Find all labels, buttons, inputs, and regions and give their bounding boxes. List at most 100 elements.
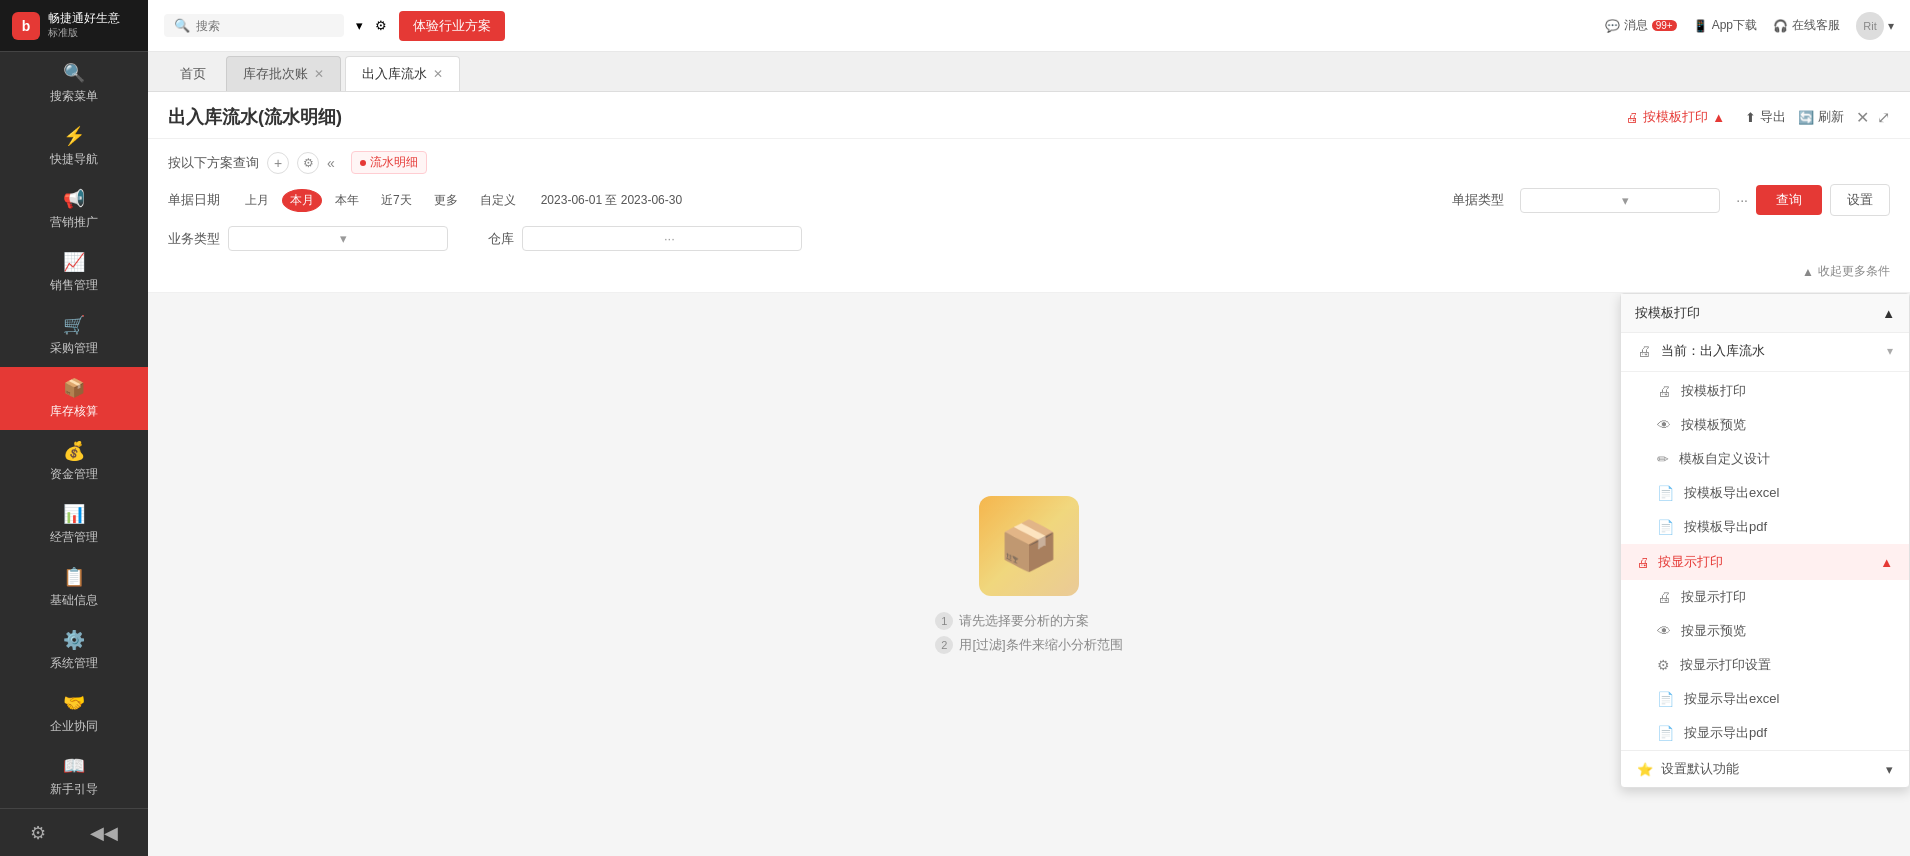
tab-home[interactable]: 首页 bbox=[164, 57, 222, 91]
message-icon: 💬 bbox=[1605, 19, 1620, 33]
search-by-label: 按以下方案查询 bbox=[168, 154, 259, 172]
sidebar-item-shortcut[interactable]: ⚡ 快捷导航 bbox=[0, 115, 148, 178]
add-scheme-button[interactable]: + bbox=[267, 152, 289, 174]
dropdown-display-pdf[interactable]: 📄 按显示导出pdf bbox=[1621, 716, 1909, 750]
dropdown-current-item[interactable]: 🖨 当前：出入库流水 ▾ bbox=[1621, 333, 1909, 369]
doc-type-select[interactable]: ▾ bbox=[1520, 188, 1720, 213]
online-service-item[interactable]: 🎧 在线客服 bbox=[1773, 17, 1840, 34]
biz-type-select[interactable]: ▾ bbox=[228, 226, 448, 251]
biz-type-dropdown-icon: ▾ bbox=[340, 231, 439, 246]
date-btn-this-year[interactable]: 本年 bbox=[326, 189, 368, 212]
sidebar-settings-icon[interactable]: ⚙ bbox=[30, 822, 46, 844]
date-btn-more[interactable]: 更多 bbox=[425, 189, 467, 212]
divider-1 bbox=[1621, 371, 1909, 372]
service-icon: 🎧 bbox=[1773, 19, 1788, 33]
topbar-search-wrap[interactable]: 🔍 bbox=[164, 14, 344, 37]
collapse-button[interactable]: ▲ 收起更多条件 bbox=[1802, 263, 1890, 280]
dropdown-template-print[interactable]: 🖨 按模板打印 bbox=[1621, 374, 1909, 408]
dropdown-template-pdf[interactable]: 📄 按模板导出pdf bbox=[1621, 510, 1909, 544]
tab-batch-close[interactable]: ✕ bbox=[314, 67, 324, 81]
sidebar-item-marketing[interactable]: 📢 营销推广 bbox=[0, 178, 148, 241]
dropdown-display-preview[interactable]: 👁 按显示预览 bbox=[1621, 614, 1909, 648]
dropdown-header: 按模板打印 ▲ bbox=[1621, 294, 1909, 333]
display-section-label: 按显示打印 bbox=[1658, 553, 1723, 571]
scheme-settings-button[interactable]: ⚙ bbox=[297, 152, 319, 174]
user-dropdown-icon: ▾ bbox=[1888, 19, 1894, 33]
current-item-icon: 🖨 bbox=[1637, 343, 1651, 359]
filter-row-3: 业务类型 ▾ 仓库 ··· bbox=[168, 226, 1890, 251]
date-btn-custom[interactable]: 自定义 bbox=[471, 189, 525, 212]
topbar-dropdown-icon[interactable]: ▾ bbox=[356, 18, 363, 33]
purchase-nav-icon: 🛒 bbox=[63, 314, 85, 336]
dropdown-display-section[interactable]: 🖨 按显示打印 ▲ bbox=[1621, 544, 1909, 580]
sidebar-item-label: 营销推广 bbox=[50, 214, 98, 231]
filter-chip-tag[interactable]: 流水明细 bbox=[351, 151, 427, 174]
hint-num-2: 2 bbox=[935, 636, 953, 654]
sidebar-collapse-icon[interactable]: ◀◀ bbox=[90, 822, 118, 844]
gear-icon: ⚙ bbox=[303, 156, 314, 170]
tab-batch[interactable]: 库存批次账 ✕ bbox=[226, 56, 341, 91]
sidebar-item-basic[interactable]: 📋 基础信息 bbox=[0, 556, 148, 619]
sidebar-item-guide[interactable]: 📖 新手引导 bbox=[0, 745, 148, 808]
sidebar-item-purchase[interactable]: 🛒 采购管理 bbox=[0, 304, 148, 367]
dropdown-template-excel[interactable]: 📄 按模板导出excel bbox=[1621, 476, 1909, 510]
refresh-icon: 🔄 bbox=[1798, 110, 1814, 125]
sidebar-item-finance[interactable]: 💰 资金管理 bbox=[0, 430, 148, 493]
display-section-icon: 🖨 bbox=[1637, 555, 1650, 570]
display-pdf-label: 按显示导出pdf bbox=[1684, 724, 1767, 742]
query-button[interactable]: 查询 bbox=[1756, 185, 1822, 215]
display-excel-icon: 📄 bbox=[1657, 691, 1674, 707]
date-btn-last-month[interactable]: 上月 bbox=[236, 189, 278, 212]
trial-button[interactable]: 体验行业方案 bbox=[399, 11, 505, 41]
display-print-icon: 🖨 bbox=[1657, 589, 1671, 605]
page-header: 出入库流水(流水明细) 🖨 按模板打印 ▲ ⬆ 导出 🔄 刷新 bbox=[148, 92, 1910, 139]
date-btn-this-month[interactable]: 本月 bbox=[282, 189, 322, 212]
date-btn-7days[interactable]: 近7天 bbox=[372, 189, 421, 212]
sidebar-item-cooperation[interactable]: 🤝 企业协同 bbox=[0, 682, 148, 745]
app-logo-icon: b bbox=[12, 12, 40, 40]
app-name-area: 畅捷通好生意 标准版 bbox=[48, 11, 120, 41]
refresh-button[interactable]: 🔄 刷新 bbox=[1798, 108, 1844, 126]
topbar-settings-icon[interactable]: ⚙ bbox=[375, 18, 387, 33]
sidebar-item-system[interactable]: ⚙️ 系统管理 bbox=[0, 619, 148, 682]
doc-type-label: 单据类型 bbox=[1452, 191, 1504, 209]
topbar-search-input[interactable] bbox=[196, 19, 316, 33]
tab-flow[interactable]: 出入库流水 ✕ bbox=[345, 56, 460, 91]
template-excel-label: 按模板导出excel bbox=[1684, 484, 1779, 502]
user-avatar-item[interactable]: Rit ▾ bbox=[1856, 12, 1894, 40]
export-button[interactable]: ⬆ 导出 bbox=[1745, 108, 1786, 126]
sidebar-item-inventory[interactable]: 📦 库存核算 bbox=[0, 367, 148, 430]
warehouse-more-icon: ··· bbox=[664, 231, 793, 246]
window-close-icon[interactable]: ✕ bbox=[1856, 108, 1869, 127]
sidebar-item-label: 快捷导航 bbox=[50, 151, 98, 168]
setting-button[interactable]: 设置 bbox=[1830, 184, 1890, 216]
warehouse-select[interactable]: ··· bbox=[522, 226, 802, 251]
more-options-icon[interactable]: ··· bbox=[1736, 192, 1748, 208]
dropdown-template-customize[interactable]: ✏ 模板自定义设计 bbox=[1621, 442, 1909, 476]
dropdown-collapse-icon[interactable]: ▲ bbox=[1882, 306, 1895, 321]
window-expand-icon[interactable]: ⤢ bbox=[1877, 108, 1890, 127]
tab-flow-close[interactable]: ✕ bbox=[433, 67, 443, 81]
topbar: 🔍 ▾ ⚙ 体验行业方案 💬 消息 99+ 📱 App下载 🎧 在线客服 Rit bbox=[148, 0, 1910, 52]
dropdown-display-print-settings[interactable]: ⚙ 按显示打印设置 bbox=[1621, 648, 1909, 682]
display-print-settings-icon: ⚙ bbox=[1657, 657, 1670, 673]
warehouse-item: 仓库 ··· bbox=[488, 226, 802, 251]
hint-num-1: 1 bbox=[935, 612, 953, 630]
dropdown-display-print[interactable]: 🖨 按显示打印 bbox=[1621, 580, 1909, 614]
sidebar-item-label: 搜索菜单 bbox=[50, 88, 98, 105]
message-item[interactable]: 💬 消息 99+ bbox=[1605, 17, 1677, 34]
sidebar-item-label: 基础信息 bbox=[50, 592, 98, 609]
app-download-item[interactable]: 📱 App下载 bbox=[1693, 17, 1757, 34]
sidebar-item-label: 销售管理 bbox=[50, 277, 98, 294]
sidebar-item-search[interactable]: 🔍 搜索菜单 bbox=[0, 52, 148, 115]
topbar-right: 💬 消息 99+ 📱 App下载 🎧 在线客服 Rit ▾ bbox=[1605, 12, 1894, 40]
print-template-button[interactable]: 🖨 按模板打印 ▲ bbox=[1618, 104, 1733, 130]
sidebar-item-operations[interactable]: 📊 经营管理 bbox=[0, 493, 148, 556]
template-pdf-label: 按模板导出pdf bbox=[1684, 518, 1767, 536]
dropdown-template-preview[interactable]: 👁 按模板预览 bbox=[1621, 408, 1909, 442]
page-actions: 🖨 按模板打印 ▲ ⬆ 导出 🔄 刷新 bbox=[1618, 104, 1844, 130]
scheme-collapse-icon[interactable]: « bbox=[327, 155, 335, 171]
sidebar-item-sales[interactable]: 📈 销售管理 bbox=[0, 241, 148, 304]
dropdown-set-default[interactable]: ⭐ 设置默认功能 ▾ bbox=[1621, 750, 1909, 787]
dropdown-display-excel[interactable]: 📄 按显示导出excel bbox=[1621, 682, 1909, 716]
